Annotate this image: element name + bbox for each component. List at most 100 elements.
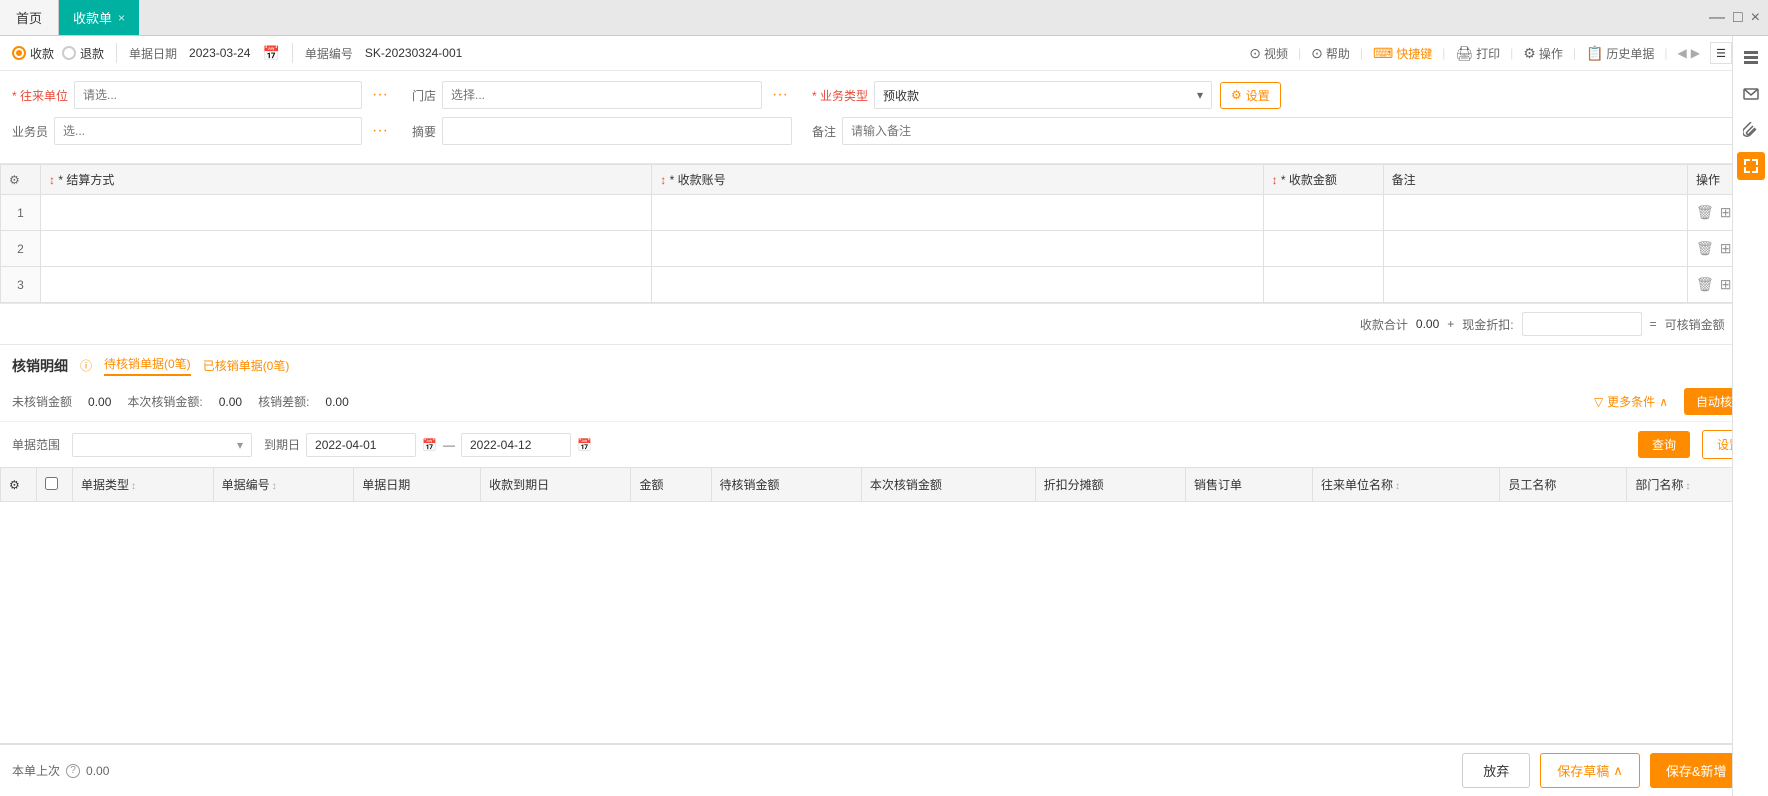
- range-select[interactable]: ▾: [72, 433, 252, 457]
- abandon-btn[interactable]: 放弃: [1462, 753, 1530, 788]
- btn-operation[interactable]: ⚙ 操作: [1523, 45, 1563, 62]
- delete-icon-3[interactable]: 🗑: [1696, 276, 1714, 293]
- window-minimize[interactable]: —: [1709, 9, 1725, 27]
- btn-video[interactable]: ⊙ 视频: [1249, 45, 1288, 62]
- carry-label: 本单上次: [12, 762, 60, 779]
- calendar-icon[interactable]: 📅: [262, 45, 279, 62]
- radio-refund-label: 退款: [80, 45, 104, 62]
- view-list[interactable]: ☰: [1710, 42, 1732, 64]
- copy-icon-1[interactable]: ⊞: [1720, 204, 1732, 221]
- more-conditions-btn[interactable]: ▽ 更多条件 ∧: [1594, 393, 1668, 410]
- receipt-type-group: 收款 退款: [12, 45, 104, 62]
- cell-account-2[interactable]: [652, 231, 1263, 267]
- remark-input[interactable]: [842, 117, 1756, 145]
- filter-row: 单据范围 ▾ 到期日 📅 — 📅 查询 设置: [0, 421, 1768, 467]
- discount-input[interactable]: [1522, 312, 1642, 336]
- col-checkbox[interactable]: [37, 468, 73, 502]
- business-type-select[interactable]: 预收款 ▾: [874, 81, 1212, 109]
- radio-receipt-dot: [12, 46, 26, 60]
- btn-video-label: 视频: [1264, 45, 1288, 62]
- verification-title: 核销明细: [12, 356, 68, 376]
- form-settings-btn[interactable]: ⚙ 设置: [1220, 82, 1281, 109]
- btn-help[interactable]: ⊙ 帮助: [1311, 45, 1350, 62]
- cell-remark-3[interactable]: [1383, 267, 1687, 303]
- available-label: 可核销金额: [1665, 316, 1725, 333]
- help-icon: ⊙: [1311, 45, 1323, 62]
- cell-amount-1[interactable]: [1263, 195, 1383, 231]
- row-num-2: 2: [1, 231, 41, 267]
- salesperson-field: 业务员 ···: [12, 117, 392, 145]
- radio-refund[interactable]: 退款: [62, 45, 104, 62]
- divider-2: [292, 43, 293, 63]
- col-gear[interactable]: ⚙: [1, 165, 41, 195]
- delete-icon-1[interactable]: 🗑: [1696, 204, 1714, 221]
- total-value: 0.00: [1416, 317, 1439, 331]
- calendar-from-icon[interactable]: 📅: [422, 438, 437, 452]
- cell-amount-3[interactable]: [1263, 267, 1383, 303]
- sort-num-icon: ↕: [272, 481, 277, 492]
- cell-settlement-3[interactable]: [41, 267, 652, 303]
- cell-account-3[interactable]: [652, 267, 1263, 303]
- date-label: 单据日期: [129, 45, 177, 62]
- sidebar-expand-icon[interactable]: [1737, 152, 1765, 180]
- copy-icon-3[interactable]: ⊞: [1720, 276, 1732, 293]
- nav-next[interactable]: ▶: [1691, 46, 1700, 60]
- delete-icon-2[interactable]: 🗑: [1696, 240, 1714, 257]
- cell-remark-1[interactable]: [1383, 195, 1687, 231]
- right-sidebar: [1732, 36, 1768, 796]
- tab-active[interactable]: 收款单 ×: [59, 0, 139, 35]
- tab-home[interactable]: 首页: [0, 0, 59, 35]
- window-close[interactable]: ×: [1751, 9, 1760, 27]
- total-label: 收款合计: [1360, 316, 1408, 333]
- tab-bar-controls: — □ ×: [1709, 9, 1768, 27]
- copy-icon-2[interactable]: ⊞: [1720, 240, 1732, 257]
- save-draft-btn[interactable]: 保存草稿 ∧: [1540, 753, 1640, 788]
- salesperson-input[interactable]: [54, 117, 362, 145]
- select-all-checkbox[interactable]: [45, 477, 58, 490]
- sidebar-table-icon[interactable]: [1737, 44, 1765, 72]
- btn-print[interactable]: 🖨 打印: [1455, 45, 1500, 62]
- stats-row: 未核销金额 0.00 本次核销金额: 0.00 核销差额: 0.00 ▽ 更多条…: [0, 382, 1768, 421]
- date-to-input[interactable]: [461, 433, 571, 457]
- query-btn[interactable]: 查询: [1638, 431, 1690, 458]
- shortcut-icon: ⌨: [1373, 45, 1393, 62]
- store-input[interactable]: [442, 81, 762, 109]
- operation-icon: ⚙: [1523, 45, 1536, 62]
- summary-input[interactable]: [442, 117, 792, 145]
- btn-shortcut[interactable]: ⌨ 快捷键: [1373, 45, 1432, 62]
- cell-account-1[interactable]: [652, 195, 1263, 231]
- history-icon: 📋: [1586, 45, 1603, 62]
- sidebar-attachment-icon[interactable]: [1737, 116, 1765, 144]
- store-more-btn[interactable]: ···: [768, 86, 792, 104]
- verification-info-icon[interactable]: ⓘ: [80, 357, 92, 374]
- calendar-to-icon[interactable]: 📅: [577, 438, 592, 452]
- counterpart-input[interactable]: [74, 81, 362, 109]
- cell-remark-2[interactable]: [1383, 231, 1687, 267]
- salesperson-more-btn[interactable]: ···: [368, 122, 392, 140]
- btn-history[interactable]: 📋 历史单据: [1586, 45, 1654, 62]
- tab-close-btn[interactable]: ×: [118, 11, 125, 25]
- bottom-table-container[interactable]: ⚙ 单据类型↕ 单据编号↕ 单据日期 收款到期日 金额 待核销金额 本次核销金额…: [0, 467, 1768, 743]
- btn-operation-label: 操作: [1539, 45, 1563, 62]
- remark-field: 备注: [812, 117, 1756, 145]
- col-settlement: ↕ * 结算方式: [41, 165, 652, 195]
- summary-label: 摘要: [412, 123, 436, 140]
- sidebar-envelope-icon[interactable]: [1737, 80, 1765, 108]
- cell-settlement-1[interactable]: [41, 195, 652, 231]
- radio-receipt[interactable]: 收款: [12, 45, 54, 62]
- carry-info-icon[interactable]: ?: [66, 764, 80, 778]
- cell-amount-2[interactable]: [1263, 231, 1383, 267]
- btn-shortcut-label: 快捷键: [1396, 45, 1432, 62]
- cell-settlement-2[interactable]: [41, 231, 652, 267]
- tab-done[interactable]: 已核销单据(0笔): [203, 357, 290, 374]
- bottom-table: ⚙ 单据类型↕ 单据编号↕ 单据日期 收款到期日 金额 待核销金额 本次核销金额…: [0, 467, 1768, 502]
- video-icon: ⊙: [1249, 45, 1261, 62]
- tab-pending[interactable]: 待核销单据(0笔): [104, 355, 191, 376]
- counterpart-more-btn[interactable]: ···: [368, 86, 392, 104]
- date-from-input[interactable]: [306, 433, 416, 457]
- chevron-up-icon: ∧: [1659, 395, 1668, 409]
- summary-field: 摘要: [412, 117, 792, 145]
- col-gear-bottom[interactable]: ⚙: [1, 468, 37, 502]
- window-maximize[interactable]: □: [1733, 9, 1743, 27]
- nav-prev[interactable]: ◀: [1678, 46, 1687, 60]
